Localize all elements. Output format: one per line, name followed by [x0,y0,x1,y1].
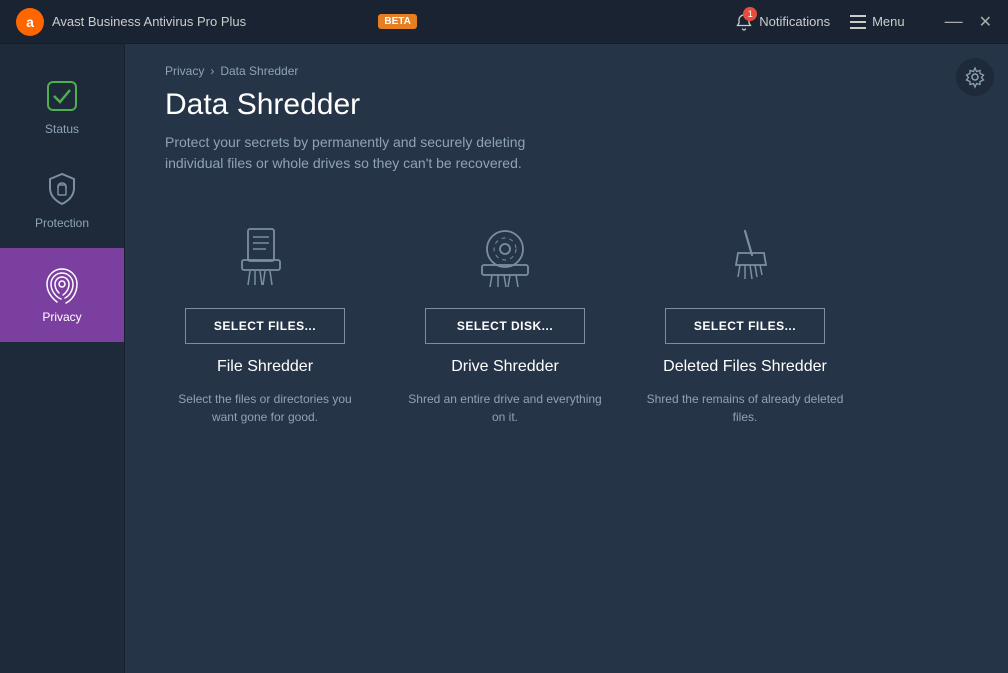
app-title: Avast Business Antivirus Pro Plus [52,14,370,29]
status-icon [44,78,80,114]
page-title: Data Shredder [125,78,1008,132]
deleted-shredder-icon [705,224,785,294]
shredder-cards-container: SELECT FILES... File Shredder Select the… [125,204,1008,446]
settings-button[interactable] [956,58,994,96]
sidebar-item-privacy[interactable]: Privacy [0,248,124,342]
notifications-button[interactable]: 1 Notifications [735,13,830,31]
breadcrumb-parent[interactable]: Privacy [165,64,204,78]
page-description: Protect your secrets by permanently and … [125,132,625,204]
drive-shredder-select-button[interactable]: SELECT DISK... [425,308,585,344]
menu-button[interactable]: Menu [850,14,905,29]
drive-shredder-card: SELECT DISK... Drive Shredder Shred an e… [405,224,605,426]
file-shredder-select-button[interactable]: SELECT FILES... [185,308,345,344]
notification-count-badge: 1 [743,7,757,21]
breadcrumb-separator: › [210,64,214,78]
drive-shredder-description: Shred an entire drive and everything on … [405,390,605,426]
menu-label: Menu [872,14,905,29]
sidebar-item-protection[interactable]: Protection [0,154,124,248]
breadcrumb-current: Data Shredder [220,64,298,78]
svg-text:a: a [26,14,34,30]
sidebar: Status Protection [0,44,125,673]
file-shredder-icon [225,224,305,294]
sidebar-status-label: Status [45,122,79,136]
privacy-icon [44,266,80,302]
file-shredder-card: SELECT FILES... File Shredder Select the… [165,224,365,426]
deleted-shredder-description: Shred the remains of already deleted fil… [645,390,845,426]
sidebar-item-status[interactable]: Status [0,60,124,154]
minimize-button[interactable]: — [945,11,963,32]
sidebar-privacy-label: Privacy [42,310,81,324]
app-body: Status Protection [0,44,1008,673]
deleted-files-shredder-card: SELECT FILES... Deleted Files Shredder S… [645,224,845,426]
breadcrumb: Privacy › Data Shredder [125,44,1008,78]
file-shredder-description: Select the files or directories you want… [165,390,365,426]
protection-icon [44,172,80,208]
drive-shredder-name: Drive Shredder [451,358,559,376]
file-shredder-name: File Shredder [217,358,313,376]
sidebar-protection-label: Protection [35,216,89,230]
avast-logo-icon: a [16,8,44,36]
deleted-shredder-select-button[interactable]: SELECT FILES... [665,308,825,344]
gear-icon [965,67,985,87]
close-button[interactable]: ✕ [979,12,992,32]
drive-shredder-icon [465,224,545,294]
hamburger-icon [850,15,866,29]
beta-badge: BETA [378,14,416,29]
main-content: Privacy › Data Shredder Data Shredder Pr… [125,44,1008,673]
deleted-shredder-name: Deleted Files Shredder [663,358,827,376]
notifications-label: Notifications [759,14,830,29]
titlebar: a Avast Business Antivirus Pro Plus BETA… [0,0,1008,44]
